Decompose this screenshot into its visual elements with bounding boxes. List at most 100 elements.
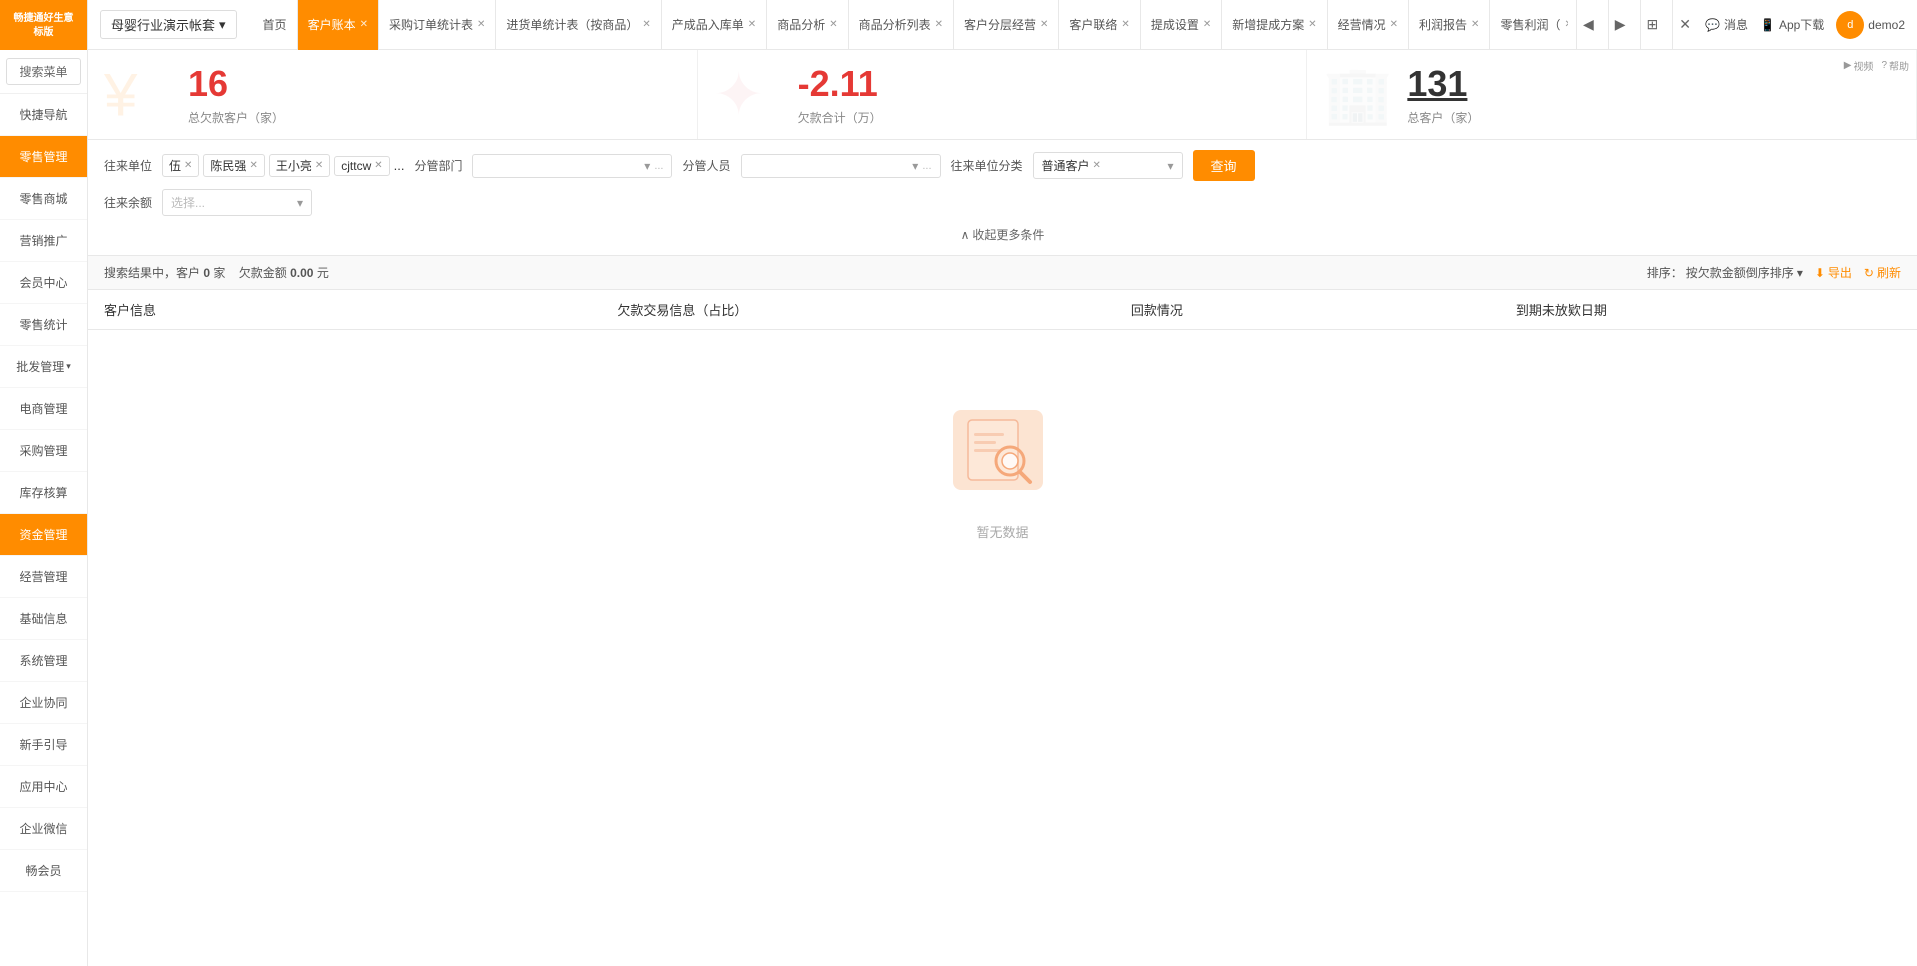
sidebar-item-marketing[interactable]: 营销推广 [0, 220, 87, 262]
tab-close-icon[interactable]: ✕ [1564, 19, 1568, 30]
tab-cost-inbound[interactable]: 产成品入库单 ✕ [662, 0, 767, 50]
tab-label: 零售利润（ [1500, 16, 1560, 33]
stat-all-value: 131 [1407, 63, 1467, 105]
tab-close-icon[interactable]: ✕ [1040, 19, 1048, 30]
tab-expand-button[interactable]: ⊞ [1640, 0, 1665, 50]
tab-purchase-order[interactable]: 采购订单统计表 ✕ [379, 0, 496, 50]
unit-class-select[interactable]: 普通客户 ✕ ▾ [1033, 152, 1183, 179]
stat-debt-label: 欠款合计（万） [798, 109, 882, 126]
sidebar: 畅捷通好生意 标版 搜索菜单 快捷导航 零售管理 零售商城 营销推广 会员中心 … [0, 0, 88, 966]
tab-operations-status[interactable]: 经营情况 ✕ [1328, 0, 1409, 50]
balance-select[interactable]: 选择... ▾ [162, 189, 312, 216]
tab-product-analysis-list[interactable]: 商品分析列表 ✕ [849, 0, 954, 50]
app-download-button[interactable]: 📱 App下载 [1760, 16, 1824, 33]
sidebar-item-label: 零售商城 [19, 190, 67, 207]
export-icon: ⬇ [1815, 266, 1825, 280]
tab-incoming-stat[interactable]: 进货单统计表（按商品） ✕ [496, 0, 661, 50]
search-menu-button[interactable]: 搜索菜单 [6, 58, 81, 85]
tab-close-icon[interactable]: ✕ [1471, 19, 1479, 30]
tab-customer-connect[interactable]: 客户联络 ✕ [1059, 0, 1140, 50]
account-dropdown[interactable]: 母婴行业演示帐套 ▾ [100, 10, 237, 39]
tag-close-icon[interactable]: ✕ [315, 160, 323, 171]
table-container: 客户信息 欠款交易信息（占比） 回款情况 到期未放欵日期 [88, 290, 1917, 966]
tab-customer-segment[interactable]: 客户分层经营 ✕ [954, 0, 1059, 50]
tab-close-icon[interactable]: ✕ [829, 19, 837, 30]
video-help-button[interactable]: ▶ 视频 [1844, 58, 1874, 73]
user-profile-button[interactable]: d demo2 [1836, 11, 1905, 39]
help-icon: ? [1881, 60, 1887, 71]
tab-improve-settings[interactable]: 提成设置 ✕ [1141, 0, 1222, 50]
sidebar-item-label: 应用中心 [19, 778, 67, 795]
tab-close-icon[interactable]: ✕ [935, 19, 943, 30]
sidebar-item-guide[interactable]: 新手引导 [0, 724, 87, 766]
sidebar-item-wechat[interactable]: 企业微信 [0, 808, 87, 850]
sidebar-item-member[interactable]: 会员中心 [0, 262, 87, 304]
tab-next-button[interactable]: ▶ [1608, 0, 1632, 50]
tab-close-icon[interactable]: ✕ [1390, 19, 1398, 30]
unit-class-tag: 普通客户 ✕ [1042, 157, 1101, 174]
logo-text-line1: 畅捷通好生意 [14, 12, 74, 26]
sidebar-item-operations[interactable]: 经营管理 [0, 556, 87, 598]
query-button[interactable]: 查询 [1193, 150, 1255, 181]
tab-close-icon[interactable]: ✕ [1121, 19, 1129, 30]
chevron-up-icon: ∧ [961, 228, 970, 242]
sidebar-item-label: 畅会员 [25, 862, 61, 879]
tab-label: 进货单统计表（按商品） [506, 16, 638, 33]
message-button[interactable]: 💬 消息 [1705, 16, 1748, 33]
sidebar-item-vip[interactable]: 畅会员 [0, 850, 87, 892]
sidebar-item-system[interactable]: 系统管理 [0, 640, 87, 682]
tab-retail-profit[interactable]: 零售利润（ ✕ [1490, 0, 1568, 50]
tab-label: 商品分析 [777, 16, 825, 33]
tag-close-icon[interactable]: ✕ [249, 160, 257, 171]
tab-product-analysis[interactable]: 商品分析 ✕ [767, 0, 848, 50]
tab-close-icon[interactable]: ✕ [1203, 19, 1211, 30]
tab-close-icon[interactable]: ✕ [477, 19, 485, 30]
download-icon: 📱 [1760, 18, 1775, 32]
text-help-button[interactable]: ? 帮助 [1881, 58, 1909, 73]
tag-close-icon[interactable]: ✕ [374, 160, 382, 171]
tab-home[interactable]: 首页 [253, 0, 298, 50]
avatar-initials: d [1847, 19, 1853, 31]
tab-prev-button[interactable]: ◀ [1576, 0, 1600, 50]
export-button[interactable]: ⬇ 导出 [1815, 264, 1852, 281]
sidebar-item-label: 批发管理 [16, 358, 64, 375]
tab-close-icon[interactable]: ✕ [642, 19, 650, 30]
sidebar-item-retail[interactable]: 零售管理 [0, 136, 87, 178]
sidebar-item-label: 基础信息 [19, 610, 67, 627]
sidebar-item-inventory[interactable]: 库存核算 [0, 472, 87, 514]
collapse-button[interactable]: ∧ 收起更多条件 [104, 224, 1901, 245]
sidebar-item-ecommerce[interactable]: 电商管理 [0, 388, 87, 430]
sidebar-item-retail-stat[interactable]: 零售统计 [0, 304, 87, 346]
sidebar-item-enterprise[interactable]: 企业协同 [0, 682, 87, 724]
refresh-button[interactable]: ↻ 刷新 [1864, 264, 1901, 281]
sidebar-item-appcenter[interactable]: 应用中心 [0, 766, 87, 808]
tag-close-icon[interactable]: ✕ [184, 160, 192, 171]
sidebar-item-basic[interactable]: 基础信息 [0, 598, 87, 640]
sidebar-item-label: 零售统计 [19, 316, 67, 333]
tab-close-icon[interactable]: ✕ [360, 19, 368, 30]
empty-text: 暂无数据 [976, 522, 1028, 541]
tag-close-icon[interactable]: ✕ [1093, 160, 1101, 171]
sidebar-item-retail-mall[interactable]: 零售商城 [0, 178, 87, 220]
refresh-icon: ↻ [1864, 266, 1874, 280]
tab-label: 经营情况 [1338, 16, 1386, 33]
sidebar-item-quick-nav[interactable]: 快捷导航 [0, 94, 87, 136]
division-more-dots: ... [654, 160, 663, 172]
more-tags-button[interactable]: ... [394, 158, 405, 173]
tab-new-improve[interactable]: 新增提成方案 ✕ [1222, 0, 1327, 50]
tab-close-icon[interactable]: ✕ [1308, 19, 1316, 30]
sidebar-item-finance[interactable]: 资金管理 [0, 514, 87, 556]
tab-customer-book[interactable]: 客户账本 ✕ [298, 0, 379, 50]
sidebar-item-purchase[interactable]: 采购管理 [0, 430, 87, 472]
stat-bg-icon-building: 🏢 [1323, 62, 1393, 128]
sidebar-item-wholesale[interactable]: 批发管理 ▾ [0, 346, 87, 388]
manager-select[interactable]: ▾ ... [741, 154, 941, 178]
tab-close-all-button[interactable]: ✕ [1672, 0, 1697, 50]
sidebar-item-label: 采购管理 [19, 442, 67, 459]
table-body: 暂无数据 [88, 330, 1917, 621]
tab-close-icon[interactable]: ✕ [748, 19, 756, 30]
manager-label: 分管人员 [682, 157, 730, 174]
division-select[interactable]: ▾ ... [472, 154, 672, 178]
sort-select[interactable]: 排序： 按欠款金额倒序排序 ▾ [1647, 264, 1803, 281]
tab-profit-report[interactable]: 利润报告 ✕ [1409, 0, 1490, 50]
